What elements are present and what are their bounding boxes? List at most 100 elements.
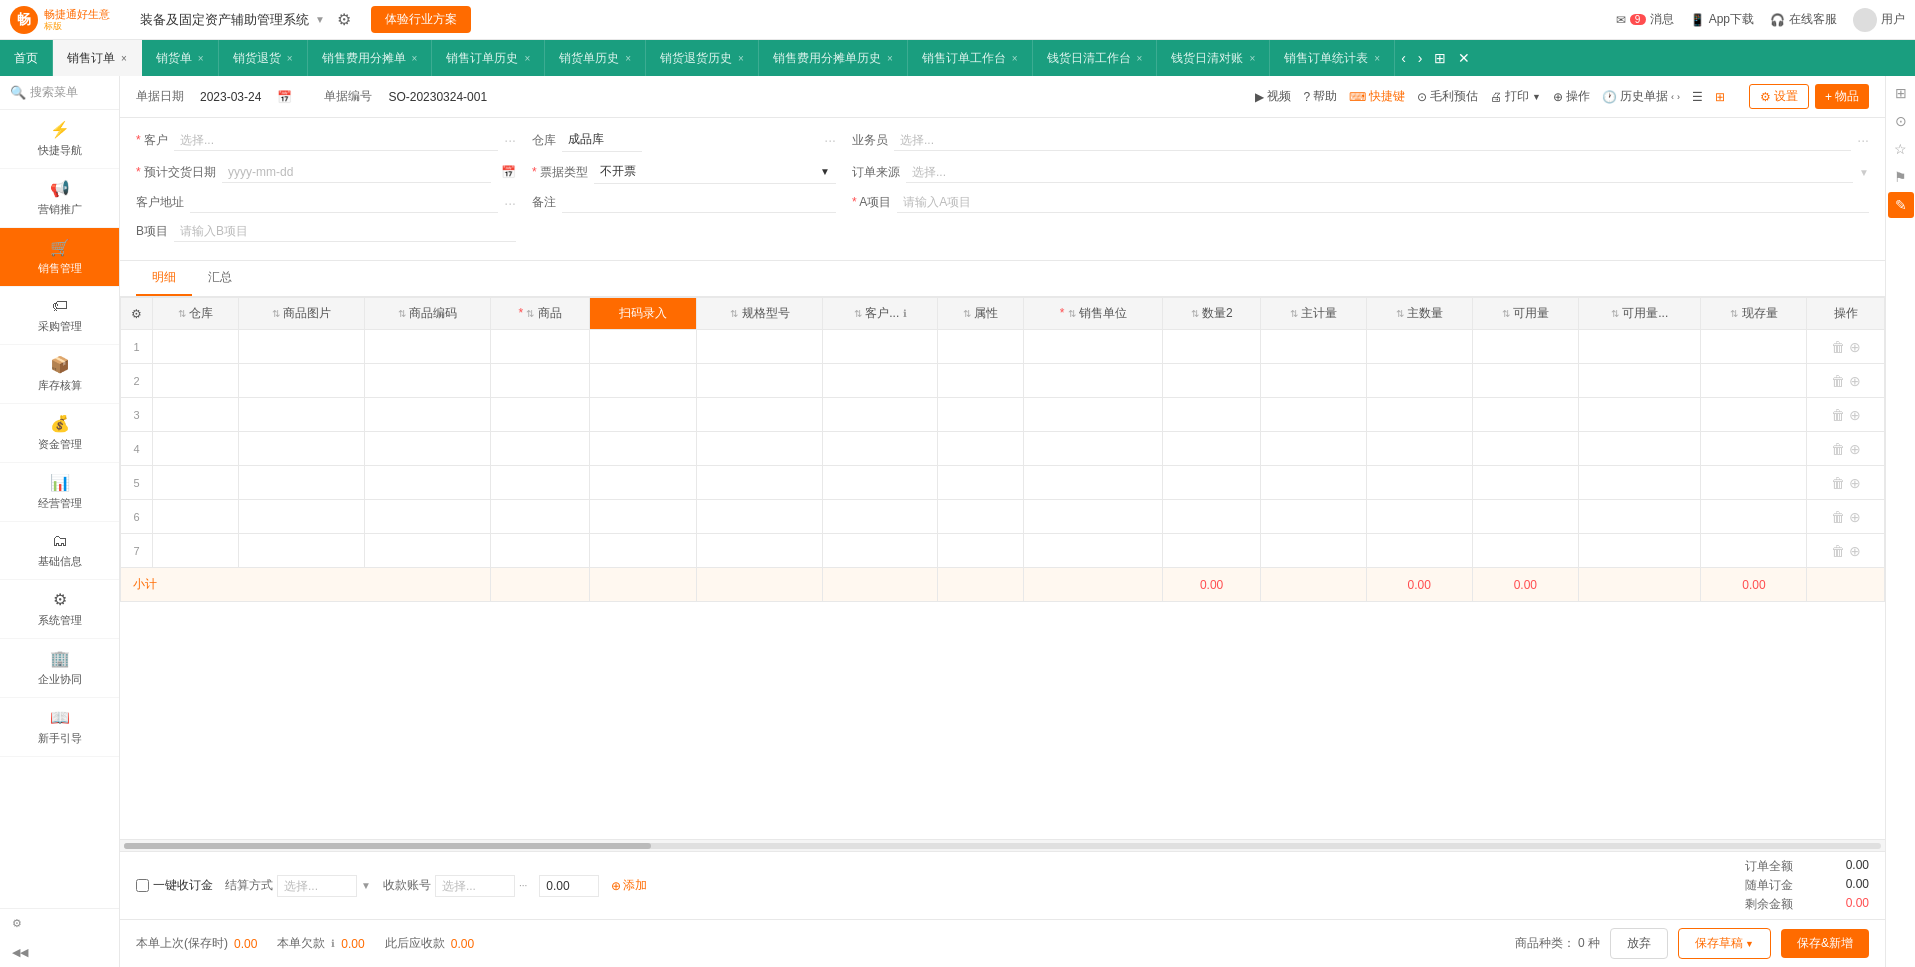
sidebar-item-new-guide[interactable]: 📖 新手引导 — [0, 698, 119, 757]
one-click-pay-checkbox[interactable] — [136, 879, 149, 892]
bank-account-input[interactable] — [435, 875, 515, 897]
sidebar-item-finance[interactable]: 💰 资金管理 — [0, 404, 119, 463]
col-available-qty[interactable]: ⇅ 可用量 — [1472, 298, 1578, 330]
tab-sales-order-workbench[interactable]: 销售订单工作台 × — [908, 40, 1033, 76]
invoice-type-dropdown-icon[interactable]: ▼ — [820, 166, 830, 177]
help-btn[interactable]: ? 帮助 — [1303, 88, 1337, 105]
col-customer-item[interactable]: ⇅ 客户... ℹ — [823, 298, 938, 330]
tab-cash-daily-reconcile[interactable]: 钱货日清对账 × — [1157, 40, 1270, 76]
customer-more-icon[interactable]: ··· — [504, 132, 516, 148]
tab-summary[interactable]: 汇总 — [192, 261, 248, 296]
row-customer-item[interactable] — [823, 330, 938, 364]
row-sales-unit[interactable] — [1024, 330, 1163, 364]
col-spec[interactable]: ⇅ 规格型号 — [697, 298, 823, 330]
sidebar-item-marketing[interactable]: 📢 营销推广 — [0, 169, 119, 228]
tab-close-icon[interactable]: × — [625, 53, 631, 64]
copy-row-icon[interactable]: ⊕ — [1849, 407, 1861, 423]
history-nav-prev[interactable]: ‹ — [1671, 92, 1674, 102]
settings-form-btn[interactable]: ⚙ 设置 — [1749, 84, 1809, 109]
tab-close-icon[interactable]: × — [1249, 53, 1255, 64]
remarks-input[interactable] — [562, 193, 836, 213]
save-draft-dropdown-icon[interactable]: ▼ — [1745, 939, 1754, 949]
row-main-qty[interactable] — [1366, 330, 1472, 364]
tab-sales-fee-split-history[interactable]: 销售费用分摊单历史 × — [759, 40, 908, 76]
history-btn[interactable]: 🕐 历史单据 ‹ › — [1602, 88, 1680, 105]
tab-sales-refund-history[interactable]: 销货退货历史 × — [646, 40, 759, 76]
shortcut-btn[interactable]: ⌨ 快捷键 — [1349, 88, 1405, 105]
calendar-icon[interactable]: 📅 — [277, 90, 292, 104]
col-main-qty[interactable]: ⇅ 主数量 — [1366, 298, 1472, 330]
copy-row-icon[interactable]: ⊕ — [1849, 339, 1861, 355]
profit-btn[interactable]: ⊙ 毛利预估 — [1417, 88, 1478, 105]
col-settings[interactable]: ⚙ — [121, 298, 153, 330]
tab-close-icon[interactable]: × — [524, 53, 530, 64]
tab-prev-btn[interactable]: ‹ — [1395, 40, 1412, 76]
order-source-dropdown-icon[interactable]: ▼ — [1859, 167, 1869, 178]
col-product-image[interactable]: ⇅ 商品图片 — [239, 298, 365, 330]
tab-sales-refund[interactable]: 销货退货 × — [219, 40, 308, 76]
project-b-input[interactable] — [174, 221, 516, 242]
row-available-qty[interactable] — [1472, 330, 1578, 364]
col-current-qty[interactable]: ⇅ 现存量 — [1701, 298, 1807, 330]
tab-close-all-btn[interactable]: ✕ — [1452, 40, 1476, 76]
tab-close-icon[interactable]: × — [412, 53, 418, 64]
sidebar-item-inventory[interactable]: 📦 库存核算 — [0, 345, 119, 404]
delete-row-icon[interactable]: 🗑 — [1831, 407, 1845, 423]
sidebar-item-enterprise[interactable]: 🏢 企业协同 — [0, 639, 119, 698]
view-video-btn[interactable]: ▶ 视频 — [1255, 88, 1291, 105]
tab-close-icon[interactable]: × — [887, 53, 893, 64]
warehouse-more-icon[interactable]: ··· — [824, 132, 836, 148]
industry-btn[interactable]: 体验行业方案 — [371, 6, 471, 33]
sidebar-collapse-item[interactable]: ◀◀ — [0, 938, 119, 967]
tab-sales-fee-split[interactable]: 销售费用分摊单 × — [308, 40, 433, 76]
copy-row-icon[interactable]: ⊕ — [1849, 475, 1861, 491]
quick-action-item-4[interactable]: ⚑ — [1888, 164, 1914, 190]
customer-input[interactable] — [174, 130, 498, 151]
copy-row-icon[interactable]: ⊕ — [1849, 543, 1861, 559]
sidebar-item-system[interactable]: ⚙ 系统管理 — [0, 580, 119, 639]
warehouse-select[interactable]: 成品库 — [562, 128, 642, 152]
sidebar-item-purchase[interactable]: 🏷 采购管理 — [0, 287, 119, 345]
row-product-name[interactable] — [490, 330, 589, 364]
tab-close-icon[interactable]: × — [1374, 53, 1380, 64]
row-warehouse[interactable] — [153, 330, 239, 364]
delete-row-icon[interactable]: 🗑 — [1831, 509, 1845, 525]
row-product-code[interactable] — [365, 330, 491, 364]
copy-row-icon[interactable]: ⊕ — [1849, 373, 1861, 389]
tab-close-icon[interactable]: × — [121, 53, 127, 64]
view-mode-list-btn[interactable]: ☰ — [1692, 90, 1703, 104]
copy-row-icon[interactable]: ⊕ — [1849, 509, 1861, 525]
add-item-btn[interactable]: + 物品 — [1815, 84, 1869, 109]
discard-btn[interactable]: 放弃 — [1610, 928, 1668, 959]
row-scan[interactable] — [590, 330, 697, 364]
staff-input[interactable] — [894, 130, 1851, 151]
row-available-more[interactable] — [1578, 330, 1701, 364]
bank-account-more-icon[interactable]: ··· — [519, 880, 527, 891]
project-a-input[interactable] — [897, 192, 1869, 213]
col-sales-unit[interactable]: ⇅ 销售单位 — [1024, 298, 1163, 330]
delete-row-icon[interactable]: 🗑 — [1831, 543, 1845, 559]
row-current-qty[interactable] — [1701, 330, 1807, 364]
tab-close-icon[interactable]: × — [198, 53, 204, 64]
col-warehouse[interactable]: ⇅ 仓库 — [153, 298, 239, 330]
sidebar-item-basic-info[interactable]: 🗂 基础信息 — [0, 522, 119, 580]
delivery-date-input[interactable] — [222, 162, 491, 183]
tab-sales-order-history[interactable]: 销售订单历史 × — [432, 40, 545, 76]
tab-sales-return-history[interactable]: 销货单历史 × — [545, 40, 646, 76]
col-qty2[interactable]: ⇅ 数量2 — [1163, 298, 1260, 330]
tab-close-icon[interactable]: × — [1137, 53, 1143, 64]
tab-sales-return[interactable]: 销货单 × — [142, 40, 219, 76]
tab-cash-daily-workbench[interactable]: 钱货日清工作台 × — [1033, 40, 1158, 76]
user-area[interactable]: 用户 — [1853, 8, 1905, 32]
quick-action-item-3[interactable]: ☆ — [1888, 136, 1914, 162]
save-new-btn[interactable]: 保存&新增 — [1781, 929, 1869, 958]
operation-btn[interactable]: ⊕ 操作 — [1553, 88, 1590, 105]
row-product-image[interactable] — [239, 330, 365, 364]
tab-home[interactable]: 首页 — [0, 40, 53, 76]
address-more-icon[interactable]: ··· — [504, 195, 516, 211]
print-dropdown-icon[interactable]: ▼ — [1532, 92, 1541, 102]
row-attributes[interactable] — [938, 330, 1024, 364]
quick-action-item-1[interactable]: ⊞ — [1888, 80, 1914, 106]
quick-action-item-2[interactable]: ⊙ — [1888, 108, 1914, 134]
tab-expand-btn[interactable]: ⊞ — [1428, 40, 1452, 76]
